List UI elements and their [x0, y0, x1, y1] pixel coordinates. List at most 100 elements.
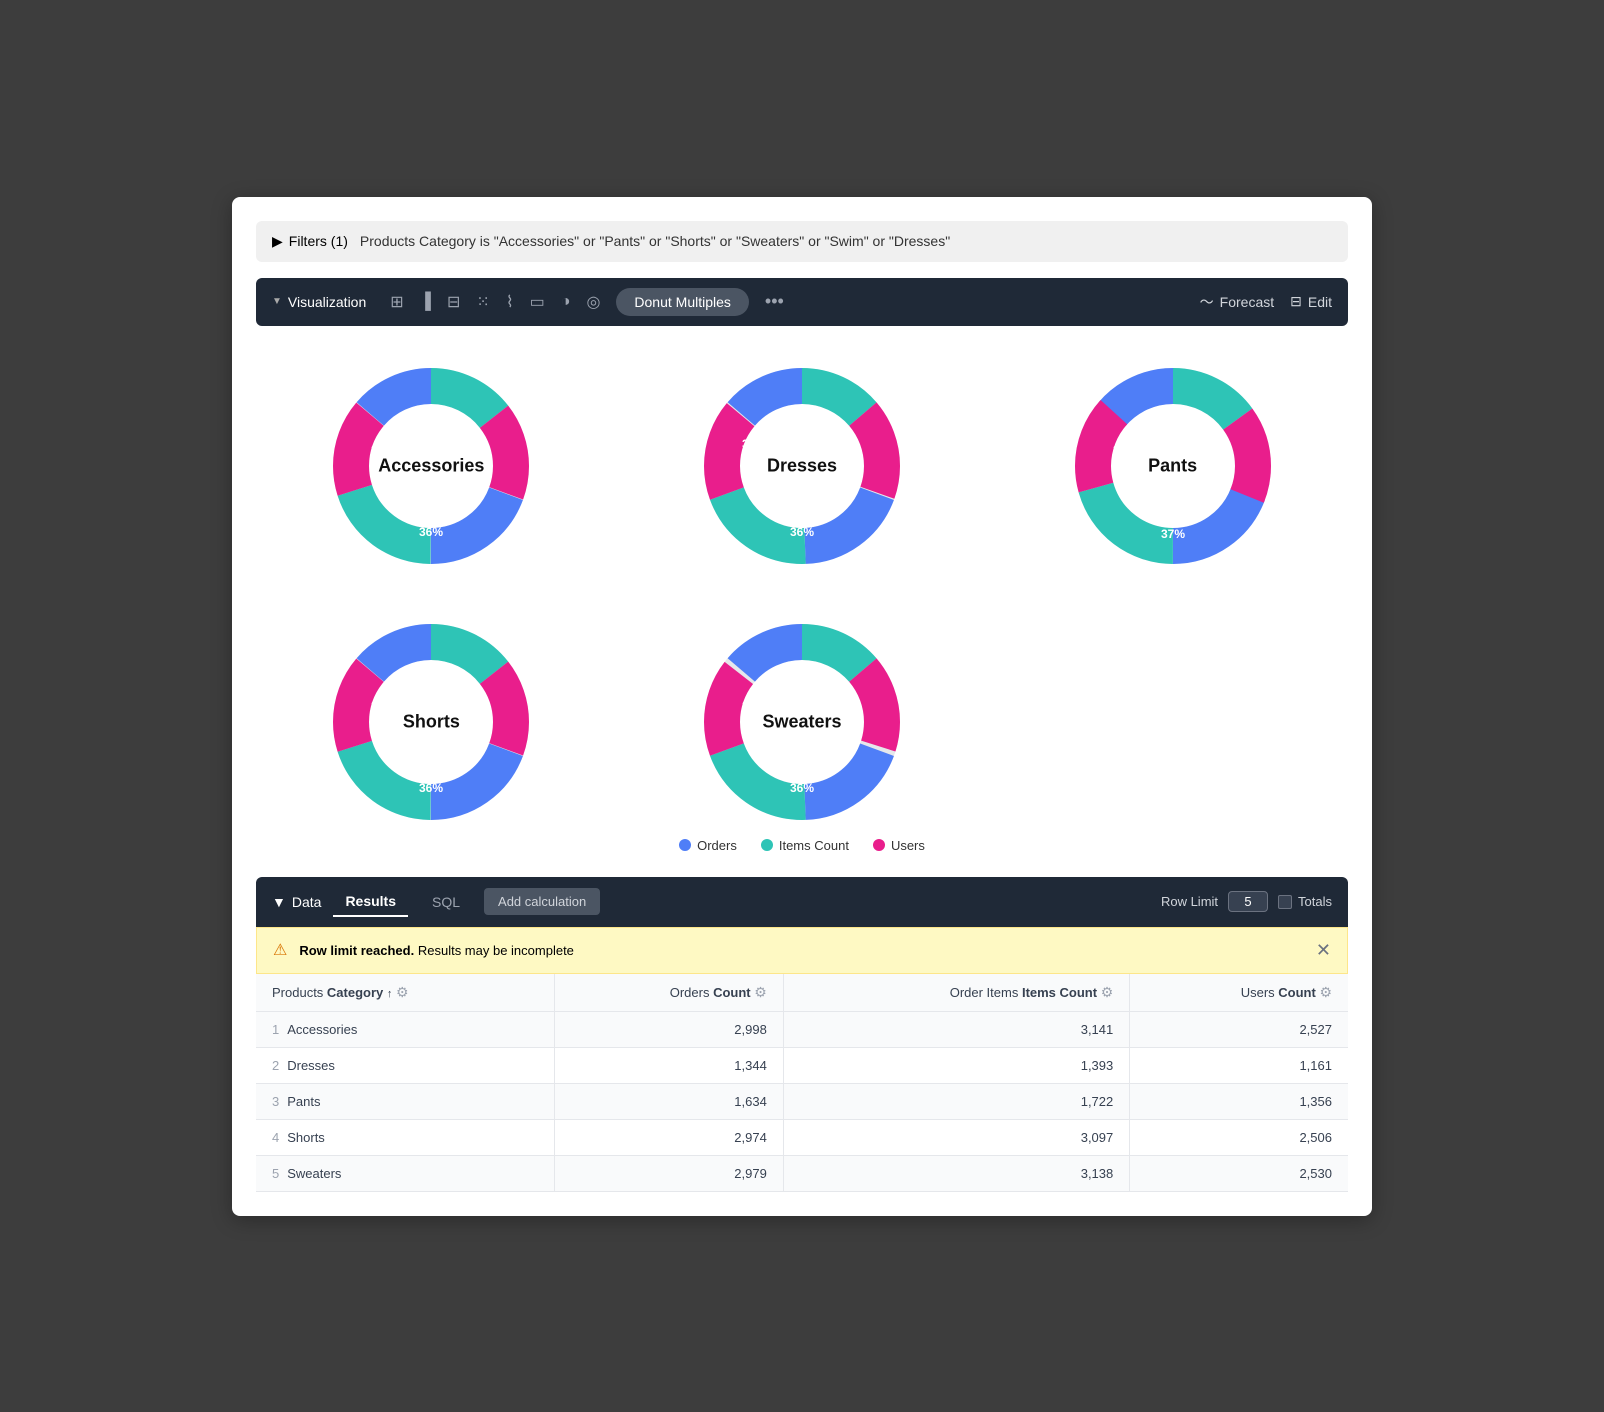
- charts-grid: 35% 36% 29% Accessories 34%: [256, 350, 1348, 838]
- cell-category-4: 5Sweaters: [256, 1155, 554, 1191]
- filter-toggle[interactable]: ▶ Filters (1): [272, 233, 348, 250]
- area-icon[interactable]: ▭: [526, 288, 549, 316]
- warning-icon: ⚠: [273, 940, 287, 960]
- table-row: 3Pants 1,634 1,722 1,356: [256, 1083, 1348, 1119]
- chart-legend: Orders Items Count Users: [256, 838, 1348, 853]
- charts-row-1: 35% 36% 29% Accessories 34%: [256, 350, 1348, 582]
- col-header-items: Order Items Items Count ⚙: [783, 974, 1129, 1012]
- svg-text:29%: 29%: [371, 699, 395, 713]
- cell-users-4: 2,530: [1130, 1155, 1348, 1191]
- cell-users-0: 2,527: [1130, 1011, 1348, 1047]
- cell-orders-4: 2,979: [554, 1155, 783, 1191]
- cell-category-3: 4Shorts: [256, 1119, 554, 1155]
- donut-shorts: 35% 36% 29% Shorts: [256, 606, 607, 838]
- cell-users-2: 1,356: [1130, 1083, 1348, 1119]
- filter-bar: ▶ Filters (1) Products Category is "Acce…: [256, 221, 1348, 262]
- tab-results[interactable]: Results: [333, 887, 408, 917]
- pivot-icon[interactable]: ⊟: [443, 288, 464, 316]
- table-row: 4Shorts 2,974 3,097 2,506: [256, 1119, 1348, 1155]
- visualization-toolbar: ▼ Visualization ⊞ ▐ ⊟ ⁙ ⌇ ▭ ◑ ◎ Donut Mu…: [256, 278, 1348, 326]
- donut-accessories-chart: 35% 36% 29% Accessories: [331, 366, 531, 566]
- items-gear-icon[interactable]: ⚙: [1101, 984, 1114, 1000]
- row-limit-label: Row Limit: [1161, 894, 1218, 909]
- col-header-orders: Orders Count ⚙: [554, 974, 783, 1012]
- legend-orders-label: Orders: [697, 838, 737, 853]
- data-label[interactable]: ▼ Data: [272, 894, 321, 910]
- donut-accessories: 35% 36% 29% Accessories: [256, 350, 607, 582]
- donut-sweaters: 34% 36% 29% Sweaters: [627, 606, 978, 838]
- donut-dresses-chart: 34% 36% 30% Dresses: [702, 366, 902, 566]
- legend-users-label: Users: [891, 838, 925, 853]
- bar-chart-icon[interactable]: ▐: [416, 289, 435, 315]
- svg-text:35%: 35%: [1208, 443, 1232, 457]
- charts-row-2: 35% 36% 29% Shorts 34%: [256, 606, 1348, 838]
- warning-bold: Row limit reached.: [299, 943, 414, 958]
- table-icon[interactable]: ⊞: [386, 288, 407, 316]
- row-number: 4: [272, 1130, 279, 1145]
- svg-text:36%: 36%: [419, 781, 443, 795]
- filter-toggle-label: Filters (1): [289, 233, 348, 249]
- tab-sql[interactable]: SQL: [420, 888, 472, 916]
- category-gear-icon[interactable]: ⚙: [396, 984, 409, 1000]
- row-limit-input[interactable]: [1228, 891, 1268, 912]
- col-header-users: Users Count ⚙: [1130, 974, 1348, 1012]
- donut-multiples-button[interactable]: Donut Multiples: [616, 288, 749, 316]
- donut-pants: 35% 37% 29% Pants: [997, 350, 1348, 582]
- totals-option: Totals: [1278, 894, 1332, 909]
- main-card: ▶ Filters (1) Products Category is "Acce…: [232, 197, 1372, 1216]
- donut-pants-chart: 35% 37% 29% Pants: [1073, 366, 1273, 566]
- pie-icon[interactable]: ◑: [557, 289, 575, 315]
- cell-orders-3: 2,974: [554, 1119, 783, 1155]
- users-gear-icon[interactable]: ⚙: [1319, 984, 1332, 1000]
- donut-sweaters-label: Sweaters: [762, 711, 841, 732]
- more-options-icon[interactable]: •••: [765, 291, 784, 312]
- forecast-icon: 〜: [1200, 292, 1214, 312]
- cell-orders-0: 2,998: [554, 1011, 783, 1047]
- svg-text:37%: 37%: [1161, 527, 1185, 541]
- totals-label-text: Totals: [1298, 894, 1332, 909]
- viz-toggle[interactable]: ▼ Visualization: [272, 294, 366, 310]
- warning-detail: Results may be incomplete: [418, 943, 574, 958]
- legend-items-count: Items Count: [761, 838, 849, 853]
- table-row: 5Sweaters 2,979 3,138 2,530: [256, 1155, 1348, 1191]
- row-number: 5: [272, 1166, 279, 1181]
- warning-close-icon[interactable]: ✕: [1316, 940, 1331, 961]
- donut-accessories-label: Accessories: [378, 455, 484, 476]
- cell-items-3: 3,097: [783, 1119, 1129, 1155]
- cell-orders-1: 1,344: [554, 1047, 783, 1083]
- sort-icon[interactable]: ↑: [387, 988, 393, 1000]
- cell-users-1: 1,161: [1130, 1047, 1348, 1083]
- scatter-icon[interactable]: ⁙: [472, 288, 493, 316]
- edit-icon: ⊟: [1290, 293, 1302, 310]
- orders-gear-icon[interactable]: ⚙: [754, 984, 767, 1000]
- donut-shorts-label: Shorts: [403, 711, 460, 732]
- table-row: 2Dresses 1,344 1,393 1,161: [256, 1047, 1348, 1083]
- cell-category-2: 3Pants: [256, 1083, 554, 1119]
- filter-arrow-icon: ▶: [272, 233, 283, 250]
- row-number: 1: [272, 1022, 279, 1037]
- cell-category-0: 1Accessories: [256, 1011, 554, 1047]
- filter-text: Products Category is "Accessories" or "P…: [360, 233, 950, 249]
- donut-dresses-label: Dresses: [767, 455, 837, 476]
- cell-items-2: 1,722: [783, 1083, 1129, 1119]
- viz-arrow-icon: ▼: [272, 296, 282, 307]
- data-label-text: Data: [292, 894, 322, 910]
- warning-banner: ⚠ Row limit reached. Results may be inco…: [256, 927, 1348, 974]
- svg-text:29%: 29%: [1113, 443, 1137, 457]
- legend-users: Users: [873, 838, 925, 853]
- forecast-button[interactable]: 〜 Forecast: [1200, 292, 1274, 312]
- forecast-label: Forecast: [1220, 294, 1274, 310]
- data-toolbar-right: Row Limit Totals: [1161, 891, 1332, 912]
- legend-users-dot: [873, 839, 885, 851]
- totals-checkbox[interactable]: [1278, 895, 1292, 909]
- line-icon[interactable]: ⌇: [502, 288, 518, 316]
- map-icon[interactable]: ◎: [582, 288, 604, 316]
- row-number: 3: [272, 1094, 279, 1109]
- warning-text: Row limit reached. Results may be incomp…: [299, 943, 574, 958]
- legend-items-count-label: Items Count: [779, 838, 849, 853]
- add-calculation-button[interactable]: Add calculation: [484, 888, 600, 915]
- edit-label: Edit: [1308, 294, 1332, 310]
- row-number: 2: [272, 1058, 279, 1073]
- data-toolbar: ▼ Data Results SQL Add calculation Row L…: [256, 877, 1348, 927]
- edit-button[interactable]: ⊟ Edit: [1290, 293, 1332, 310]
